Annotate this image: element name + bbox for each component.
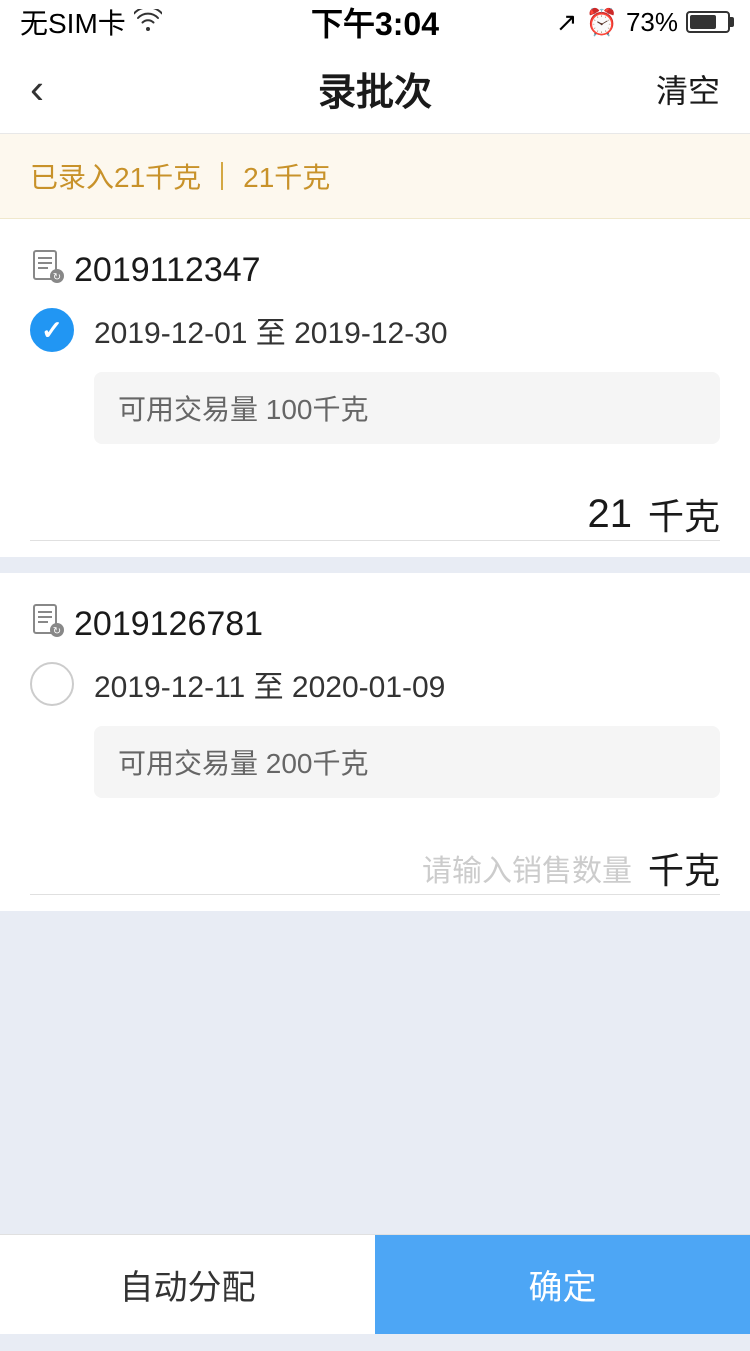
batch-card-2: ↻ 2019126781 2019-12-11 至 2020-01-09 可用交… xyxy=(0,573,750,911)
page-title: 录批次 xyxy=(318,61,432,116)
quantity-unit-1: 千克 xyxy=(648,488,720,540)
doc-icon-1: ↻ xyxy=(30,249,64,292)
svg-text:↻: ↻ xyxy=(53,272,61,283)
batch-availability-2: 可用交易量 200千克 xyxy=(94,726,720,798)
quantity-value-1: 21 xyxy=(587,492,632,537)
status-left: 无SIM卡 xyxy=(20,2,162,42)
batch-header-2: ↻ 2019126781 xyxy=(30,603,720,646)
batch-header-1: ↻ 2019112347 xyxy=(30,249,720,292)
quantity-unit-2: 千克 xyxy=(648,842,720,894)
batch-item-2: ↻ 2019126781 2019-12-11 至 2020-01-09 可用交… xyxy=(0,573,750,798)
carrier-text: 无SIM卡 xyxy=(20,2,126,42)
auto-distribute-button[interactable]: 自动分配 xyxy=(0,1235,375,1334)
status-bar: 无SIM卡 下午3:04 ↗ ⏰ 73% xyxy=(0,0,750,44)
status-right: ↗ ⏰ 73% xyxy=(556,7,730,38)
info-banner: 已录入21千克 21千克 xyxy=(0,134,750,219)
quantity-row-1: 21 千克 xyxy=(0,468,750,540)
card-bottom-space-1 xyxy=(0,541,750,557)
radio-2[interactable] xyxy=(30,662,74,706)
quantity-row-2: 请输入销售数量 千克 xyxy=(0,822,750,894)
svg-text:↻: ↻ xyxy=(53,626,61,637)
location-icon: ↗ xyxy=(556,7,578,38)
batch-id-1: 2019112347 xyxy=(74,251,261,290)
batch-card-1: ↻ 2019112347 2019-12-01 至 2019-12-30 可用交… xyxy=(0,219,750,557)
quantity-placeholder-2: 请输入销售数量 xyxy=(422,846,632,890)
alarm-icon: ⏰ xyxy=(586,7,618,38)
quantity-input-area-1[interactable]: 21 千克 xyxy=(587,488,720,540)
card-bottom-space-2 xyxy=(0,895,750,911)
batch-date-1: 2019-12-01 至 2019-12-30 xyxy=(94,308,448,352)
clear-button[interactable]: 清空 xyxy=(656,66,720,112)
battery-percent: 73% xyxy=(626,7,678,38)
nav-bar: ‹ 录批次 清空 xyxy=(0,44,750,134)
bottom-action-bar: 自动分配 确定 xyxy=(0,1234,750,1334)
wifi-icon xyxy=(134,6,162,38)
doc-icon-2: ↻ xyxy=(30,603,64,646)
batch-date-2: 2019-12-11 至 2020-01-09 xyxy=(94,662,445,706)
info-recorded-label: 已录入21千克 xyxy=(30,156,201,196)
info-divider xyxy=(221,162,223,190)
quantity-input-area-2[interactable]: 请输入销售数量 千克 xyxy=(422,842,720,894)
battery-icon xyxy=(686,11,730,33)
batch-row-2[interactable]: 2019-12-11 至 2020-01-09 xyxy=(30,662,720,706)
radio-1[interactable] xyxy=(30,308,74,352)
confirm-button[interactable]: 确定 xyxy=(375,1235,750,1334)
batch-row-1[interactable]: 2019-12-01 至 2019-12-30 xyxy=(30,308,720,352)
section-divider xyxy=(0,557,750,573)
back-button[interactable]: ‹ xyxy=(30,65,44,113)
batch-id-2: 2019126781 xyxy=(74,605,263,644)
batch-availability-1: 可用交易量 100千克 xyxy=(94,372,720,444)
status-time: 下午3:04 xyxy=(311,0,439,45)
batch-item-1: ↻ 2019112347 2019-12-01 至 2019-12-30 可用交… xyxy=(0,219,750,444)
info-value: 21千克 xyxy=(243,156,330,196)
